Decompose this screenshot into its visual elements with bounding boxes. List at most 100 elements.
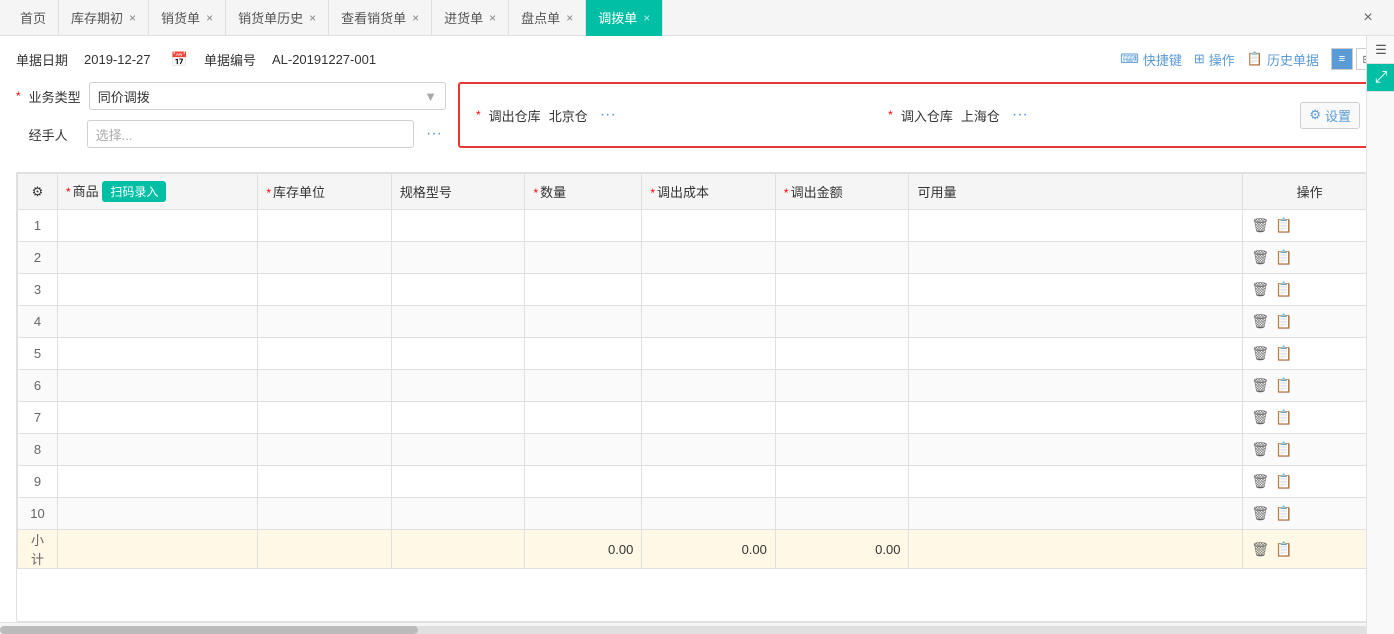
spec-cell[interactable] <box>391 274 525 306</box>
cost-cell[interactable] <box>642 274 776 306</box>
calendar-icon[interactable]: 📅 <box>171 51 188 68</box>
product-cell[interactable] <box>58 306 258 338</box>
in-warehouse-ellipsis-button[interactable]: ··· <box>1008 106 1032 124</box>
table-gear-icon[interactable]: ⚙ <box>32 184 44 199</box>
delete-icon[interactable]: 🗑 <box>1251 409 1269 426</box>
handler-input[interactable]: 选择... <box>87 120 414 148</box>
qty-cell[interactable] <box>525 402 642 434</box>
qty-cell[interactable] <box>525 338 642 370</box>
qty-cell[interactable] <box>525 274 642 306</box>
cost-cell[interactable] <box>642 338 776 370</box>
delete-icon[interactable]: 🗑 <box>1251 249 1269 266</box>
delete-icon[interactable]: 🗑 <box>1251 281 1269 298</box>
unit-cell[interactable] <box>258 242 392 274</box>
tab-initial-stock-close[interactable]: × <box>129 11 136 25</box>
amount-cell[interactable] <box>775 370 909 402</box>
unit-cell[interactable] <box>258 466 392 498</box>
amount-cell[interactable] <box>775 210 909 242</box>
copy-icon[interactable]: 📋 <box>1275 441 1292 458</box>
amount-cell[interactable] <box>775 338 909 370</box>
product-cell[interactable] <box>58 274 258 306</box>
business-type-input[interactable]: 同价调拨 ▼ <box>89 82 446 110</box>
tab-transfer[interactable]: 调拨单 × <box>586 0 663 36</box>
spec-cell[interactable] <box>391 466 525 498</box>
spec-cell[interactable] <box>391 498 525 530</box>
spec-cell[interactable] <box>391 242 525 274</box>
window-close-button[interactable]: × <box>1350 0 1386 36</box>
amount-cell[interactable] <box>775 274 909 306</box>
amount-cell[interactable] <box>775 434 909 466</box>
delete-icon[interactable]: 🗑 <box>1251 541 1269 558</box>
copy-icon[interactable]: 📋 <box>1275 409 1292 426</box>
copy-icon[interactable]: 📋 <box>1275 249 1292 266</box>
qty-cell[interactable] <box>525 242 642 274</box>
settings-button[interactable]: ⚙ 设置 <box>1300 102 1360 129</box>
cost-cell[interactable] <box>642 434 776 466</box>
copy-icon[interactable]: 📋 <box>1275 217 1292 234</box>
tab-sales-history-close[interactable]: × <box>309 11 316 25</box>
tab-transfer-close[interactable]: × <box>643 11 650 25</box>
unit-cell[interactable] <box>258 210 392 242</box>
unit-cell[interactable] <box>258 306 392 338</box>
copy-icon[interactable]: 📋 <box>1275 377 1292 394</box>
product-cell[interactable] <box>58 434 258 466</box>
copy-icon[interactable]: 📋 <box>1275 345 1292 362</box>
spec-cell[interactable] <box>391 306 525 338</box>
cost-cell[interactable] <box>642 242 776 274</box>
amount-cell[interactable] <box>775 466 909 498</box>
delete-icon[interactable]: 🗑 <box>1251 345 1269 362</box>
unit-cell[interactable] <box>258 338 392 370</box>
unit-cell[interactable] <box>258 498 392 530</box>
tab-view-sales[interactable]: 查看销货单 × <box>329 0 432 36</box>
delete-icon[interactable]: 🗑 <box>1251 313 1269 330</box>
product-cell[interactable] <box>58 338 258 370</box>
copy-icon[interactable]: 📋 <box>1275 505 1292 522</box>
cost-cell[interactable] <box>642 370 776 402</box>
view-toggle-list[interactable]: ≡ <box>1331 48 1353 70</box>
tab-initial-stock[interactable]: 库存期初 × <box>59 0 149 36</box>
qty-cell[interactable] <box>525 210 642 242</box>
delete-icon[interactable]: 🗑 <box>1251 217 1269 234</box>
copy-icon[interactable]: 📋 <box>1275 281 1292 298</box>
tab-home[interactable]: 首页 <box>8 0 59 36</box>
amount-cell[interactable] <box>775 498 909 530</box>
unit-cell[interactable] <box>258 434 392 466</box>
qty-cell[interactable] <box>525 498 642 530</box>
unit-cell[interactable] <box>258 274 392 306</box>
spec-cell[interactable] <box>391 434 525 466</box>
unit-cell[interactable] <box>258 402 392 434</box>
horizontal-scrollbar[interactable] <box>0 622 1394 634</box>
product-cell[interactable] <box>58 242 258 274</box>
tab-sales-order-close[interactable]: × <box>206 11 213 25</box>
qty-cell[interactable] <box>525 370 642 402</box>
unit-cell[interactable] <box>258 370 392 402</box>
sidebar-expand-button[interactable]: ⤢ <box>1367 64 1394 92</box>
copy-icon[interactable]: 📋 <box>1275 541 1292 558</box>
qty-cell[interactable] <box>525 306 642 338</box>
cost-cell[interactable] <box>642 402 776 434</box>
cost-cell[interactable] <box>642 498 776 530</box>
delete-icon[interactable]: 🗑 <box>1251 377 1269 394</box>
cost-cell[interactable] <box>642 466 776 498</box>
cost-cell[interactable] <box>642 210 776 242</box>
qty-cell[interactable] <box>525 434 642 466</box>
qty-cell[interactable] <box>525 466 642 498</box>
tab-purchase-order[interactable]: 进货单 × <box>432 0 509 36</box>
spec-cell[interactable] <box>391 370 525 402</box>
product-cell[interactable] <box>58 498 258 530</box>
scan-input-button[interactable]: 扫码录入 <box>102 181 166 202</box>
tab-view-sales-close[interactable]: × <box>412 11 419 25</box>
shortcuts-button[interactable]: ⌨ 快捷键 <box>1120 50 1182 69</box>
product-cell[interactable] <box>58 402 258 434</box>
handler-ellipsis-button[interactable]: ··· <box>422 125 446 143</box>
copy-icon[interactable]: 📋 <box>1275 313 1292 330</box>
delete-icon[interactable]: 🗑 <box>1251 473 1269 490</box>
amount-cell[interactable] <box>775 402 909 434</box>
copy-icon[interactable]: 📋 <box>1275 473 1292 490</box>
history-button[interactable]: 📋 历史单据 <box>1247 50 1319 69</box>
tab-inventory[interactable]: 盘点单 × <box>509 0 586 36</box>
spec-cell[interactable] <box>391 338 525 370</box>
tab-sales-history[interactable]: 销货单历史 × <box>226 0 329 36</box>
product-cell[interactable] <box>58 210 258 242</box>
delete-icon[interactable]: 🗑 <box>1251 505 1269 522</box>
